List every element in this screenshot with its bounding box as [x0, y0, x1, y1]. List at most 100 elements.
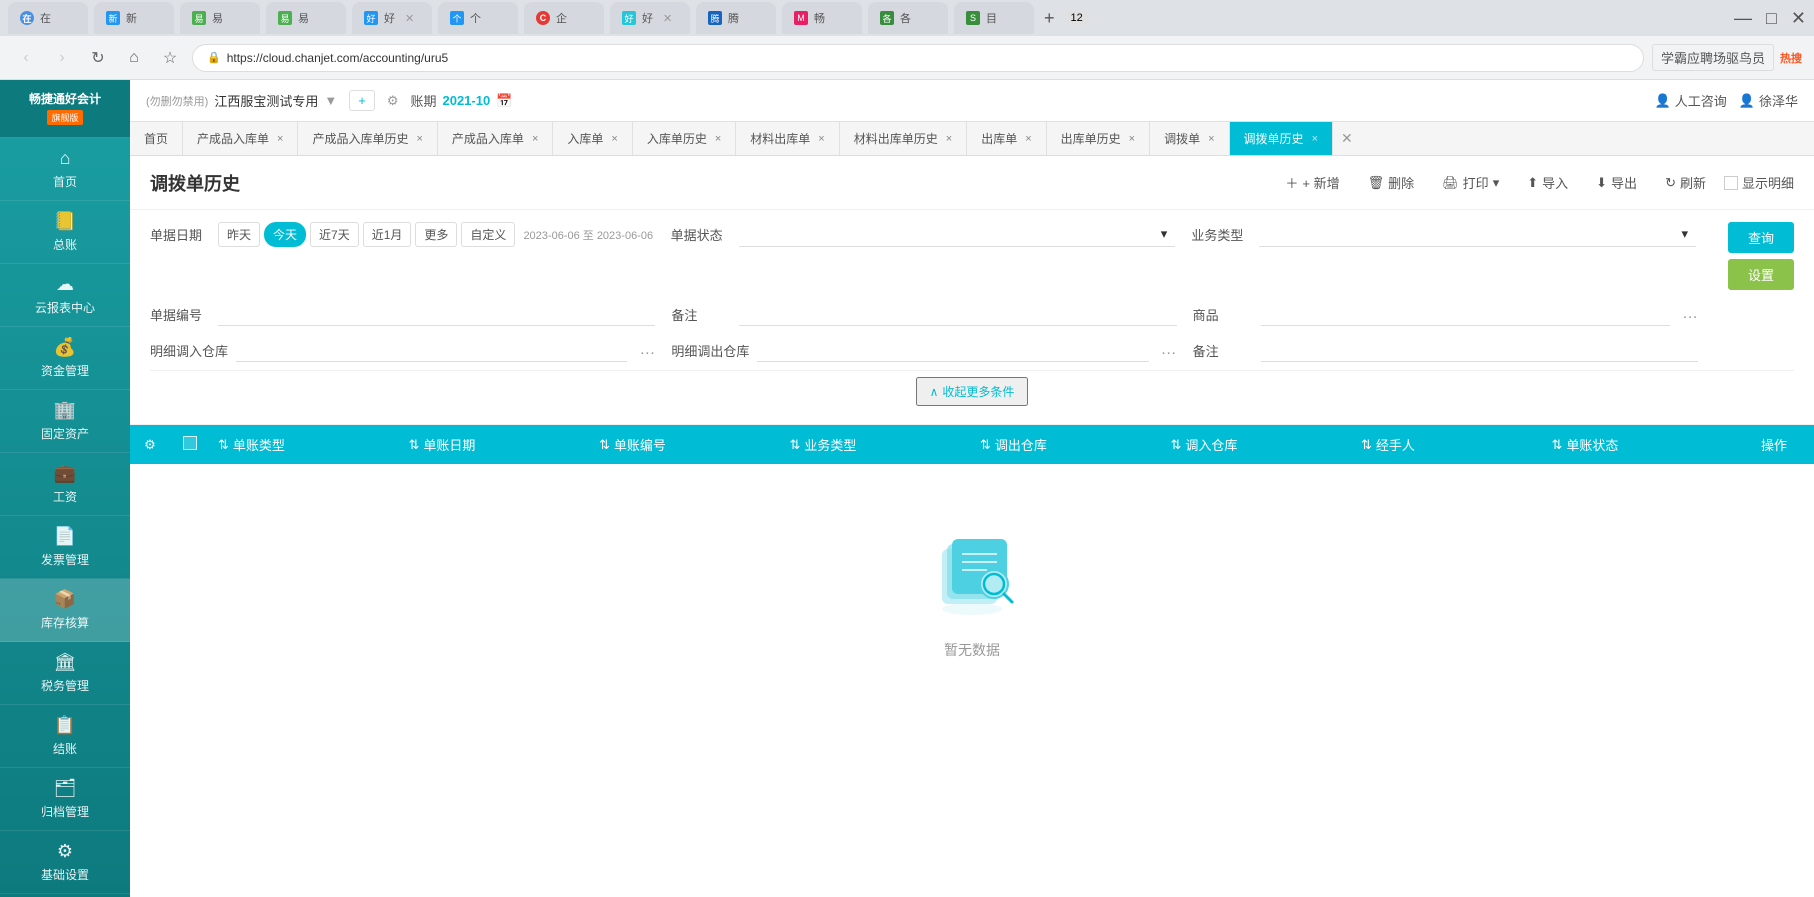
tab-close-4[interactable]: ×	[611, 133, 617, 145]
th-settings[interactable]: ⚙	[130, 427, 170, 463]
tab-close-11[interactable]: ×	[1312, 133, 1318, 145]
tab-tab7[interactable]: 材料出库单历史 ×	[840, 122, 967, 155]
browser-tab-3[interactable]: 易 易	[180, 2, 260, 34]
company-dropdown-icon[interactable]: ▼	[324, 93, 337, 108]
detail-out-input[interactable]	[757, 338, 1148, 362]
browser-tab-4[interactable]: 易 易	[266, 2, 346, 34]
tab-close-3[interactable]: ×	[532, 133, 538, 145]
calendar-icon[interactable]: 📅	[496, 93, 512, 109]
new-button[interactable]: ＋ + 新增	[1275, 168, 1349, 197]
date-btn-1month[interactable]: 近1月	[363, 222, 412, 247]
refresh-button[interactable]: ↻ 刷新	[1655, 168, 1716, 197]
remark2-input[interactable]	[1261, 338, 1698, 362]
sidebar-item-archive[interactable]: 🗂 归档管理	[0, 768, 130, 831]
browser-tab-10[interactable]: M 畅	[782, 2, 862, 34]
close-button[interactable]: ✕	[1791, 8, 1806, 29]
tab-close-5[interactable]: ✕	[405, 12, 414, 25]
sidebar-item-guide[interactable]: 📖 新手引导	[0, 894, 130, 897]
detail-in-more-icon[interactable]: …	[639, 341, 655, 359]
select-all-checkbox[interactable]	[183, 436, 197, 450]
biz-type-select[interactable]: ▾	[1259, 222, 1696, 247]
browser-tab-12[interactable]: S 目	[954, 2, 1034, 34]
tab-tab4[interactable]: 入库单 ×	[553, 122, 632, 155]
detail-out-more-icon[interactable]: …	[1161, 341, 1177, 359]
tab-tab3[interactable]: 产成品入库单 ×	[438, 122, 553, 155]
browser-tab-1[interactable]: 在 在	[8, 2, 88, 34]
sidebar-item-funds[interactable]: 💰 资金管理	[0, 327, 130, 390]
sidebar-item-tax[interactable]: 🏛 税务管理	[0, 642, 130, 705]
minimize-button[interactable]: —	[1734, 8, 1752, 29]
sidebar-item-inventory[interactable]: 📦 库存核算	[0, 579, 130, 642]
tab-tab1[interactable]: 产成品入库单 ×	[183, 122, 298, 155]
th-type[interactable]: ⇅ 单账类型	[210, 425, 401, 464]
sidebar-item-reports[interactable]: ☁ 云报表中心	[0, 264, 130, 327]
tab-tab9[interactable]: 出库单历史 ×	[1047, 122, 1150, 155]
address-bar[interactable]: 🔒 https://cloud.chanjet.com/accounting/u…	[192, 44, 1644, 72]
tab-home[interactable]: 首页	[130, 122, 183, 155]
collapse-button[interactable]: ∧ 收起更多条件	[916, 377, 1029, 406]
date-btn-more[interactable]: 更多	[415, 222, 457, 247]
tab-close-2[interactable]: ×	[416, 133, 422, 145]
detail-in-input[interactable]	[236, 338, 627, 362]
user-button[interactable]: 👤 徐泽华	[1739, 91, 1798, 110]
th-date[interactable]: ⇅ 单账日期	[401, 425, 592, 464]
service-button[interactable]: 👤 人工咨询	[1655, 91, 1727, 110]
th-out-warehouse[interactable]: ⇅ 调出仓库	[972, 425, 1163, 464]
settings-gear-icon[interactable]: ⚙	[387, 93, 399, 109]
tab-close-5[interactable]: ×	[715, 133, 721, 145]
browser-tab-11[interactable]: 各 各	[868, 2, 948, 34]
display-checkbox[interactable]	[1724, 176, 1738, 190]
sidebar-item-fixed[interactable]: 🏢 固定资产	[0, 390, 130, 453]
browser-tab-8[interactable]: 好 好 ✕	[610, 2, 690, 34]
date-btn-yesterday[interactable]: 昨天	[218, 222, 260, 247]
browser-tab-7[interactable]: C 企	[524, 2, 604, 34]
maximize-button[interactable]: □	[1766, 8, 1777, 29]
th-status[interactable]: ⇅ 单账状态	[1544, 425, 1735, 464]
sidebar-item-settle[interactable]: 📋 结账	[0, 705, 130, 768]
date-btn-7days[interactable]: 近7天	[310, 222, 359, 247]
browser-tab-5[interactable]: 好 好 ✕	[352, 2, 432, 34]
remark-input[interactable]	[739, 302, 1176, 326]
th-checkbox[interactable]	[170, 426, 210, 463]
new-tab-button[interactable]: +	[1040, 8, 1059, 29]
sidebar-item-settings[interactable]: ⚙ 基础设置	[0, 831, 130, 894]
tab-tab8[interactable]: 出库单 ×	[967, 122, 1046, 155]
tab-close-7[interactable]: ×	[946, 133, 952, 145]
docno-input[interactable]	[218, 302, 655, 326]
forward-button[interactable]: ›	[48, 44, 76, 72]
browser-tab-9[interactable]: 腾 腾	[696, 2, 776, 34]
status-select[interactable]: ▾	[739, 222, 1176, 247]
sidebar-item-home[interactable]: ⌂ 首页	[0, 138, 130, 201]
th-handler[interactable]: ⇅ 经手人	[1353, 425, 1544, 464]
tab-close-8[interactable]: ✕	[663, 12, 672, 25]
browser-tab-6[interactable]: 个 个	[438, 2, 518, 34]
home-button[interactable]: ⌂	[120, 44, 148, 72]
query-button[interactable]: 查询	[1728, 222, 1794, 253]
date-btn-today[interactable]: 今天	[264, 222, 306, 247]
th-no[interactable]: ⇅ 单账编号	[591, 425, 782, 464]
tab-close-8[interactable]: ×	[1025, 133, 1031, 145]
th-biz-type[interactable]: ⇅ 业务类型	[782, 425, 973, 464]
goods-more-icon[interactable]: …	[1682, 305, 1698, 323]
tab-close-6[interactable]: ×	[818, 133, 824, 145]
tab-tab5[interactable]: 入库单历史 ×	[633, 122, 736, 155]
export-button[interactable]: ⬇ 导出	[1586, 168, 1647, 197]
tab-close-9[interactable]: ×	[1129, 133, 1135, 145]
th-in-warehouse[interactable]: ⇅ 调入仓库	[1163, 425, 1354, 464]
delete-button[interactable]: 🗑 删除	[1358, 168, 1425, 197]
tab-tab6[interactable]: 材料出库单 ×	[736, 122, 839, 155]
bookmark-button[interactable]: ☆	[156, 44, 184, 72]
date-btn-custom[interactable]: 自定义	[461, 222, 515, 247]
sidebar-item-invoice[interactable]: 📄 发票管理	[0, 516, 130, 579]
company-selector[interactable]: (勿删勿禁用) 江西服宝测试专用 ▼	[146, 91, 337, 110]
print-button[interactable]: 🖨 打印 ▾	[1432, 168, 1509, 197]
refresh-button[interactable]: ↻	[84, 44, 112, 72]
tab-tab11[interactable]: 调拨单历史 ×	[1230, 122, 1333, 155]
settings-button[interactable]: 设置	[1728, 259, 1794, 290]
browser-tab-2[interactable]: 新 新	[94, 2, 174, 34]
sidebar-item-ledger[interactable]: 📒 总账	[0, 201, 130, 264]
tab-close-1[interactable]: ×	[277, 133, 283, 145]
tabs-close-all[interactable]: ✕	[1333, 122, 1361, 155]
search-tool[interactable]: 学霸应聘场驱鸟员	[1652, 44, 1774, 71]
tab-close-10[interactable]: ×	[1208, 133, 1214, 145]
